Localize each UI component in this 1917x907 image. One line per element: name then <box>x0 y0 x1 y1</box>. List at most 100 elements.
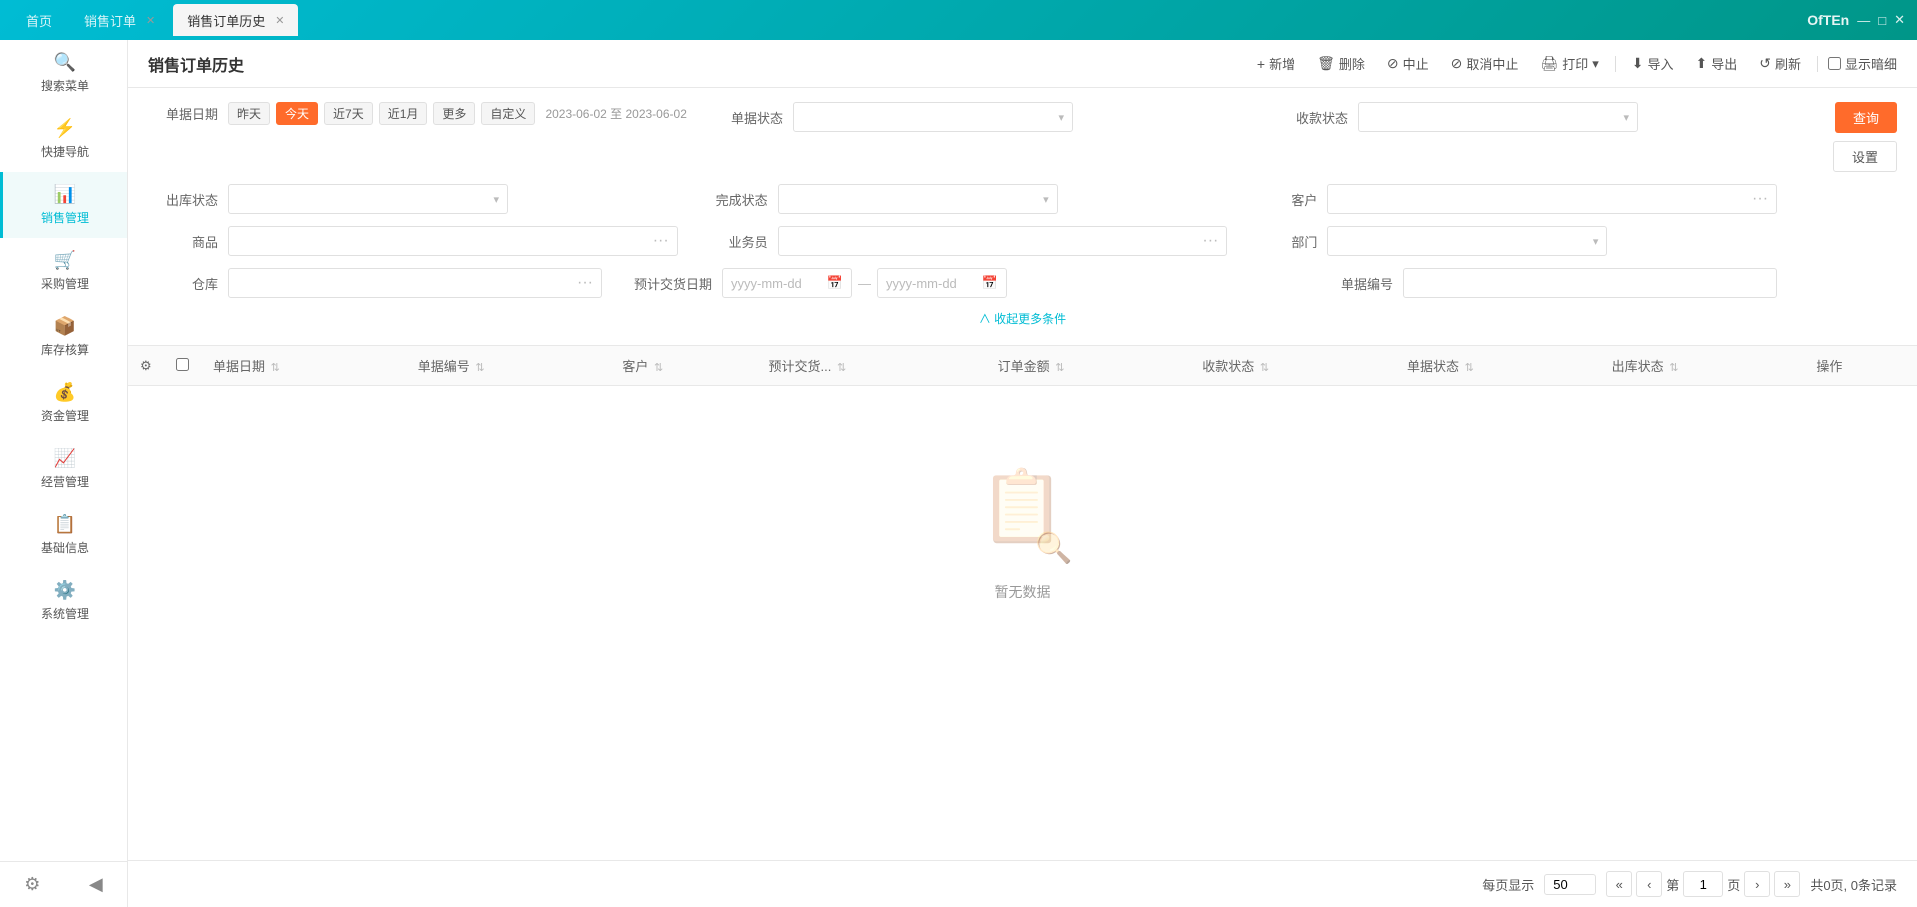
salesperson-dots[interactable]: ··· <box>1202 232 1218 250</box>
search-menu-icon: 🔍 <box>54 52 76 73</box>
table-check-th[interactable] <box>164 346 201 386</box>
sidebar-settings-icon[interactable]: ⚙ <box>24 874 40 895</box>
expected-date-to[interactable]: yyyy-mm-dd 📅 <box>877 268 1007 298</box>
page-input[interactable] <box>1683 871 1723 897</box>
table-settings-icon[interactable]: ⚙ <box>140 358 152 373</box>
date-separator: — <box>858 276 871 291</box>
sidebar-item-sys-mgmt[interactable]: ⚙️ 系统管理 <box>0 568 127 634</box>
delivery-status-select[interactable]: ▾ <box>228 184 508 214</box>
toolbar-divider <box>1615 56 1616 72</box>
date-last7[interactable]: 近7天 <box>324 102 373 125</box>
date-more[interactable]: 更多 <box>433 102 475 125</box>
tab-sales-order-history[interactable]: 销售订单历史 ✕ <box>173 4 298 36</box>
import-button[interactable]: ⬇ 导入 <box>1626 50 1680 77</box>
expected-date-from-text: yyyy-mm-dd <box>731 276 802 291</box>
table-footer: 每页显示 50 10 20 100 « ‹ 第 页 › » 共0页, 0条记录 <box>128 860 1917 907</box>
base-info-icon: 📋 <box>54 514 76 535</box>
date-last1month[interactable]: 近1月 <box>379 102 428 125</box>
print-button[interactable]: 🖨 打印 ▾ <box>1534 50 1604 77</box>
cancel-stop-button[interactable]: ⊘ 取消中止 <box>1445 50 1525 77</box>
order-status-select[interactable]: ▾ <box>793 102 1073 132</box>
col-number-sort[interactable]: ⇅ <box>475 362 484 374</box>
col-customer-sort[interactable]: ⇅ <box>654 362 663 374</box>
export-label: 导出 <box>1711 54 1737 73</box>
col-payment-status-sort[interactable]: ⇅ <box>1260 362 1269 374</box>
col-date: 单据日期 ⇅ <box>201 346 406 386</box>
tab-sales-order-close[interactable]: ✕ <box>146 14 155 27</box>
department-select[interactable]: ▾ <box>1327 226 1607 256</box>
display-columns-checkbox[interactable] <box>1828 57 1841 70</box>
expected-date-from[interactable]: yyyy-mm-dd 📅 <box>722 268 852 298</box>
import-icon: ⬇ <box>1632 55 1644 72</box>
date-today[interactable]: 今天 <box>276 102 318 125</box>
payment-status-select[interactable]: ▾ <box>1358 102 1638 132</box>
sidebar: 🔍 搜索菜单 ⚡ 快捷导航 📊 销售管理 🛒 采购管理 📦 库存核算 💰 资金管… <box>0 40 128 907</box>
sidebar-item-quick-nav[interactable]: ⚡ 快捷导航 <box>0 106 127 172</box>
col-amount-sort[interactable]: ⇅ <box>1055 362 1064 374</box>
warehouse-dots[interactable]: ··· <box>577 274 593 292</box>
page-size-select[interactable]: 50 10 20 100 <box>1544 874 1596 895</box>
sidebar-item-purchase-mgmt[interactable]: 🛒 采购管理 <box>0 238 127 304</box>
cancel-stop-label: 取消中止 <box>1466 54 1518 73</box>
sidebar-collapse-icon[interactable]: ◀ <box>89 874 103 895</box>
query-button[interactable]: 查询 <box>1835 102 1897 133</box>
sidebar-item-quick-nav-label: 快捷导航 <box>41 143 89 160</box>
product-dots[interactable]: ··· <box>653 232 669 250</box>
tab-sales-order-history-close[interactable]: ✕ <box>275 14 284 27</box>
tab-home[interactable]: 首页 <box>12 4 66 36</box>
table-settings-th[interactable]: ⚙ <box>128 346 164 386</box>
sidebar-item-search-menu[interactable]: 🔍 搜索菜单 <box>0 40 127 106</box>
expected-date-group: yyyy-mm-dd 📅 — yyyy-mm-dd 📅 <box>722 268 1007 298</box>
tab-sales-order[interactable]: 销售订单 ✕ <box>70 4 169 36</box>
sidebar-item-operations-label: 经营管理 <box>41 473 89 490</box>
customer-label: 客户 <box>1247 190 1327 209</box>
col-date-sort[interactable]: ⇅ <box>271 362 280 374</box>
refresh-button[interactable]: ↺ 刷新 <box>1753 50 1807 77</box>
sidebar-item-operations[interactable]: 📈 经营管理 <box>0 436 127 502</box>
tab-sales-order-label: 销售订单 <box>84 11 136 30</box>
sidebar-item-base-info[interactable]: 📋 基础信息 <box>0 502 127 568</box>
new-button[interactable]: + 新增 <box>1251 50 1301 77</box>
order-number-label: 单据编号 <box>1323 274 1403 293</box>
stop-button[interactable]: ⊘ 中止 <box>1381 50 1435 77</box>
page-size-label: 每页显示 <box>1482 875 1534 894</box>
tab-sales-order-history-label: 销售订单历史 <box>187 11 265 30</box>
last-page-btn[interactable]: » <box>1774 871 1800 897</box>
first-page-btn[interactable]: « <box>1606 871 1632 897</box>
col-expected-date-sort[interactable]: ⇅ <box>837 362 846 374</box>
select-all-checkbox[interactable] <box>176 358 189 371</box>
delete-label: 删除 <box>1339 54 1365 73</box>
sidebar-item-sales-mgmt[interactable]: 📊 销售管理 <box>0 172 127 238</box>
pagination: « ‹ 第 页 › » <box>1606 871 1800 897</box>
delete-button[interactable]: 🗑 删除 <box>1311 50 1371 77</box>
completion-status-label: 完成状态 <box>698 190 778 209</box>
collapse-more[interactable]: ∧ 收起更多条件 <box>148 306 1897 331</box>
filter-right-btns: 查询 设置 <box>1823 102 1897 172</box>
minimize-btn[interactable]: — <box>1857 13 1870 28</box>
col-customer-label: 客户 <box>622 359 648 374</box>
prev-page-btn[interactable]: ‹ <box>1636 871 1662 897</box>
export-button[interactable]: ⬆ 导出 <box>1689 50 1743 77</box>
date-group: 昨天 今天 近7天 近1月 更多 自定义 2023-06-02 至 2023-0… <box>228 102 687 125</box>
sidebar-item-sys-mgmt-label: 系统管理 <box>41 605 89 622</box>
close-btn[interactable]: ✕ <box>1894 12 1905 28</box>
department-arrow: ▾ <box>1593 235 1599 248</box>
import-label: 导入 <box>1647 54 1673 73</box>
delivery-status-label: 出库状态 <box>148 190 228 209</box>
sidebar-item-search-menu-label: 搜索菜单 <box>41 77 89 94</box>
col-payment-status-label: 收款状态 <box>1202 359 1254 374</box>
customer-dots[interactable]: ··· <box>1752 190 1768 208</box>
date-yesterday[interactable]: 昨天 <box>228 102 270 125</box>
maximize-btn[interactable]: □ <box>1878 13 1886 28</box>
date-custom[interactable]: 自定义 <box>481 102 535 125</box>
settings-button[interactable]: 设置 <box>1833 141 1897 172</box>
col-order-status-sort[interactable]: ⇅ <box>1465 362 1474 374</box>
sidebar-item-base-info-label: 基础信息 <box>41 539 89 556</box>
col-customer: 客户 ⇅ <box>610 346 756 386</box>
sidebar-item-finance[interactable]: 💰 资金管理 <box>0 370 127 436</box>
completion-status-select[interactable]: ▾ <box>778 184 1058 214</box>
next-page-btn[interactable]: › <box>1744 871 1770 897</box>
display-toggle[interactable]: 显示暗细 <box>1828 54 1897 73</box>
sidebar-item-inventory[interactable]: 📦 库存核算 <box>0 304 127 370</box>
col-delivery-status-sort[interactable]: ⇅ <box>1669 362 1678 374</box>
